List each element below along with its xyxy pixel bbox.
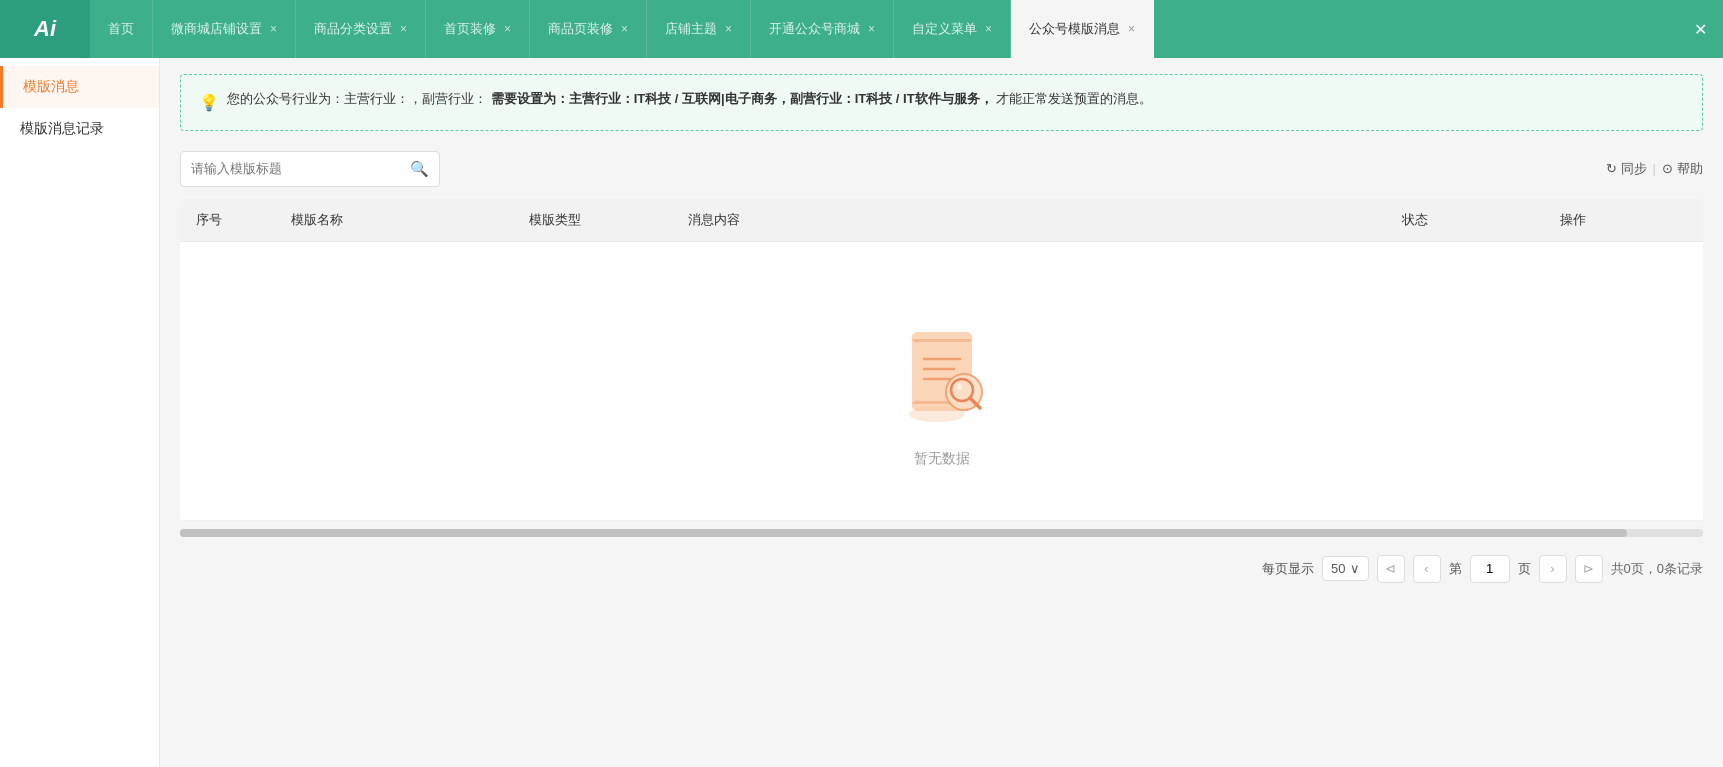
search-bar: 🔍 ↻ 同步 | ⊙ 帮助: [180, 151, 1703, 187]
tab-close-icon[interactable]: ×: [270, 22, 277, 36]
col-content: 消息内容: [672, 199, 1386, 242]
col-name: 模版名称: [275, 199, 513, 242]
col-type: 模版类型: [513, 199, 672, 242]
sidebar-item-template-msg[interactable]: 模版消息: [0, 66, 159, 108]
sync-button[interactable]: ↻ 同步: [1606, 160, 1647, 178]
chevron-down-icon: ∨: [1350, 561, 1360, 576]
tab-home[interactable]: 首页: [90, 0, 153, 58]
tab-close-icon[interactable]: ×: [725, 22, 732, 36]
help-button[interactable]: ⊙ 帮助: [1662, 160, 1703, 178]
last-page-button[interactable]: ⊳: [1575, 555, 1603, 583]
page-size-value: 50: [1331, 561, 1345, 576]
tab-label: 首页装修: [444, 20, 496, 38]
empty-icon: [882, 314, 1002, 434]
top-nav: Ai 首页微商城店铺设置×商品分类设置×首页装修×商品页装修×店铺主题×开通公众…: [0, 0, 1723, 58]
tab-close-icon[interactable]: ×: [985, 22, 992, 36]
page-size-select[interactable]: 50 ∨: [1322, 556, 1368, 581]
tab-template-message[interactable]: 公众号模版消息 ×: [1011, 0, 1154, 58]
empty-state: 暂无数据: [196, 254, 1687, 508]
tab-custom-menu[interactable]: 自定义菜单 ×: [894, 0, 1011, 58]
help-icon: ⊙: [1662, 161, 1673, 176]
tab-label: 首页: [108, 20, 134, 38]
search-input-wrap: 🔍: [180, 151, 440, 187]
content-area: 💡 您的公众号行业为：主营行业：，副营行业： 需要设置为：主营行业：IT科技 /…: [160, 58, 1723, 767]
sync-icon: ↻: [1606, 161, 1617, 176]
main-layout: 模版消息模版消息记录 💡 您的公众号行业为：主营行业：，副营行业： 需要设置为：…: [0, 58, 1723, 767]
tab-open-wechat-shop[interactable]: 开通公众号商城 ×: [751, 0, 894, 58]
empty-text: 暂无数据: [196, 450, 1687, 468]
tab-close-icon[interactable]: ×: [868, 22, 875, 36]
tab-home-decor[interactable]: 首页装修 ×: [426, 0, 530, 58]
current-page-input[interactable]: [1470, 555, 1510, 583]
col-status: 状态: [1386, 199, 1545, 242]
tab-weshop-setting[interactable]: 微商城店铺设置 ×: [153, 0, 296, 58]
tab-product-page-decor[interactable]: 商品页装修 ×: [530, 0, 647, 58]
app-logo: Ai: [0, 0, 90, 58]
col-actions: 操作: [1544, 199, 1703, 242]
scroll-thumb: [180, 529, 1627, 537]
tab-close-icon[interactable]: ×: [621, 22, 628, 36]
tab-label: 商品页装修: [548, 20, 613, 38]
table-body: 暂无数据: [180, 241, 1703, 520]
tabs-container: 首页微商城店铺设置×商品分类设置×首页装修×商品页装修×店铺主题×开通公众号商城…: [90, 0, 1678, 58]
search-input[interactable]: [191, 161, 402, 176]
tab-label: 开通公众号商城: [769, 20, 860, 38]
tab-product-category[interactable]: 商品分类设置 ×: [296, 0, 426, 58]
prev-page-button[interactable]: ‹: [1413, 555, 1441, 583]
sidebar: 模版消息模版消息记录: [0, 58, 160, 767]
tab-shop-theme[interactable]: 店铺主题 ×: [647, 0, 751, 58]
notice-banner: 💡 您的公众号行业为：主营行业：，副营行业： 需要设置为：主营行业：IT科技 /…: [180, 74, 1703, 131]
tab-label: 自定义菜单: [912, 20, 977, 38]
pagination-bar: 每页显示 50 ∨ ⊲ ‹ 第 页 › ⊳ 共0页，0条记录: [180, 541, 1703, 587]
page-suffix-label: 页: [1518, 560, 1531, 578]
table-header: 序号模版名称模版类型消息内容状态操作: [180, 199, 1703, 242]
tab-close-icon[interactable]: ×: [400, 22, 407, 36]
total-info: 共0页，0条记录: [1611, 560, 1703, 578]
svg-point-7: [956, 384, 962, 390]
data-table: 序号模版名称模版类型消息内容状态操作: [180, 199, 1703, 521]
notice-text: 您的公众号行业为：主营行业：，副营行业： 需要设置为：主营行业：IT科技 / 互…: [227, 89, 1152, 110]
sidebar-item-template-msg-record[interactable]: 模版消息记录: [0, 108, 159, 150]
col-seq: 序号: [180, 199, 275, 242]
tab-close-icon[interactable]: ×: [1128, 22, 1135, 36]
table-empty-row: 暂无数据: [180, 241, 1703, 520]
close-all-button[interactable]: ✕: [1678, 0, 1723, 58]
search-icon[interactable]: 🔍: [410, 160, 429, 178]
table-empty-cell: 暂无数据: [180, 241, 1703, 520]
tab-label: 商品分类设置: [314, 20, 392, 38]
page-size-label: 每页显示: [1262, 560, 1314, 578]
tab-label: 公众号模版消息: [1029, 20, 1120, 38]
table-header-row: 序号模版名称模版类型消息内容状态操作: [180, 199, 1703, 242]
horizontal-scrollbar[interactable]: [180, 529, 1703, 537]
first-page-button[interactable]: ⊲: [1377, 555, 1405, 583]
tab-label: 微商城店铺设置: [171, 20, 262, 38]
next-page-button[interactable]: ›: [1539, 555, 1567, 583]
bulb-icon: 💡: [199, 90, 219, 116]
page-prefix-label: 第: [1449, 560, 1462, 578]
toolbar-divider: |: [1653, 161, 1656, 176]
tab-label: 店铺主题: [665, 20, 717, 38]
toolbar-right: ↻ 同步 | ⊙ 帮助: [1606, 160, 1703, 178]
tab-close-icon[interactable]: ×: [504, 22, 511, 36]
